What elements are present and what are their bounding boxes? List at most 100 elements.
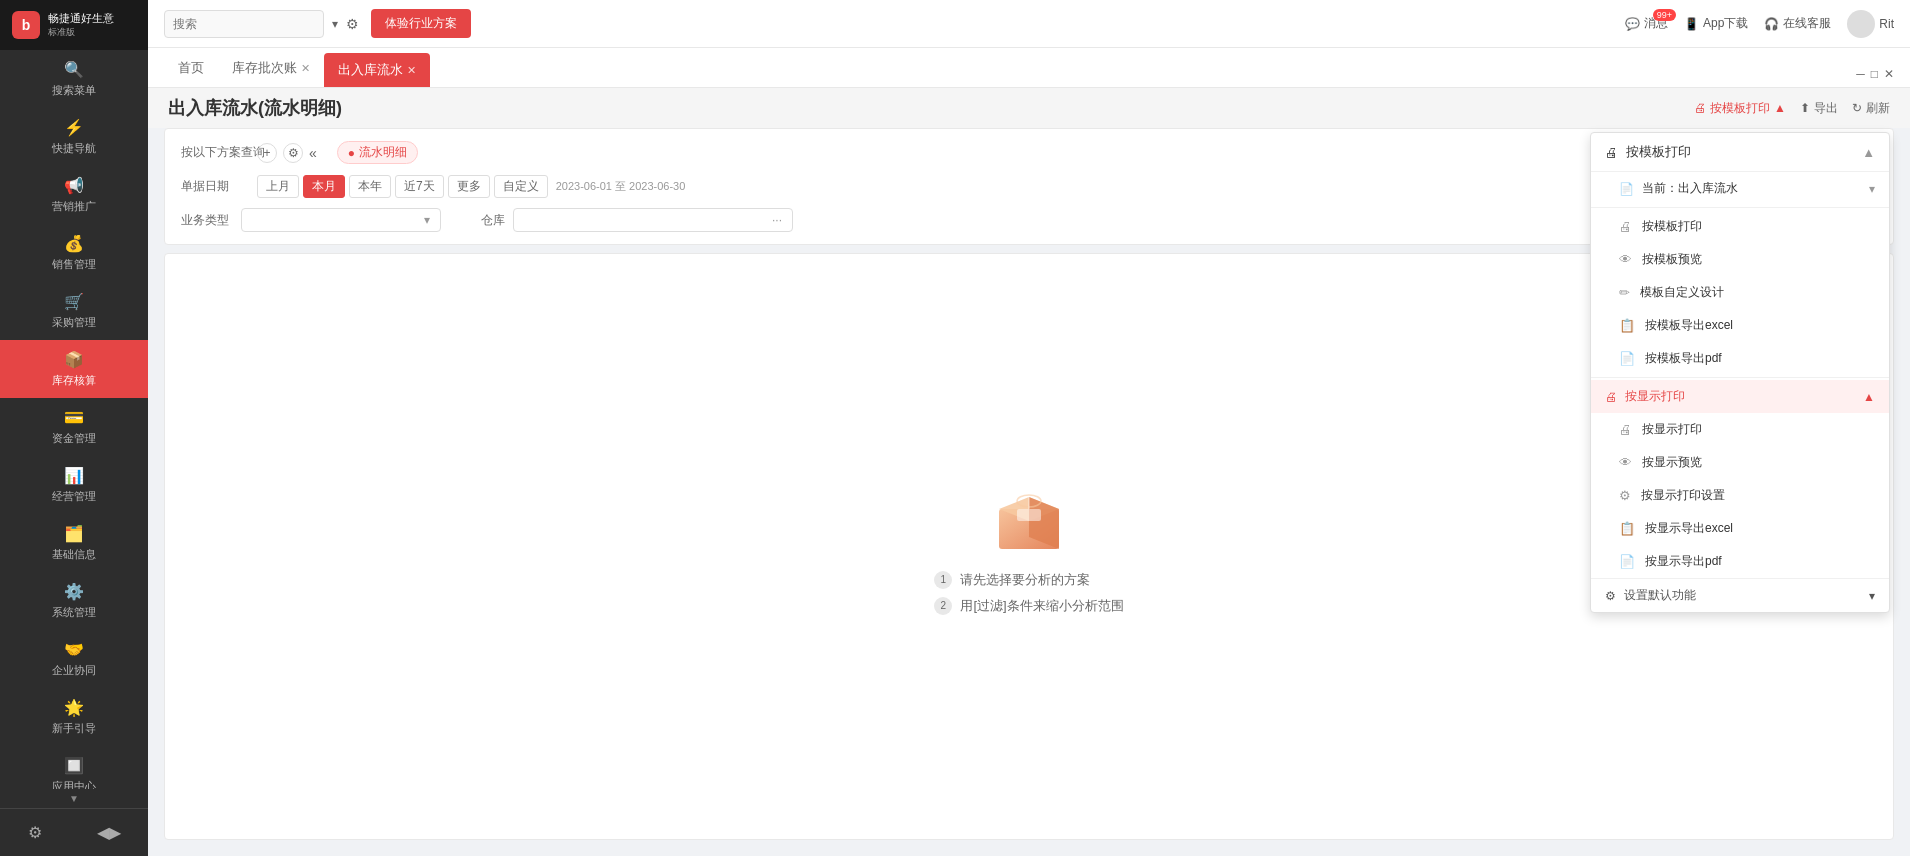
footer-label: 设置默认功能 [1624,587,1696,604]
filter-active-tag[interactable]: ● 流水明细 [337,141,418,164]
sidebar-icon-system: ⚙️ [64,582,84,601]
date-btn-7days[interactable]: 近7天 [395,175,444,198]
sidebar-item-operation[interactable]: 📊经营管理 [0,456,148,514]
display-settings-item[interactable]: ⚙ 按显示打印设置 [1591,479,1889,512]
date-btn-this-year[interactable]: 本年 [349,175,391,198]
print-icon: 🖨 [1694,101,1706,115]
display-print-item[interactable]: 🖨 按显示打印 [1591,413,1889,446]
empty-step-2: 2 用[过滤]条件来缩小分析范围 [934,597,1123,615]
template-excel-item[interactable]: 📋 按模板导出excel [1591,309,1889,342]
display-settings-label: 按显示打印设置 [1641,487,1725,504]
sidebar-item-appcenter[interactable]: 🔲应用中心 [0,746,148,789]
sidebar-item-system[interactable]: ⚙️系统管理 [0,572,148,630]
tab-close-all-btn[interactable]: ✕ [1884,67,1894,81]
sidebar-label-guide: 新手引导 [52,721,96,736]
notification-btn[interactable]: 💬 消息 99+ [1625,15,1668,32]
user-avatar-area[interactable]: Rit [1847,10,1894,38]
sidebar-label-inventory: 库存核算 [52,373,96,388]
tab-flow[interactable]: 出入库流水 ✕ [324,53,430,87]
sidebar-item-coop[interactable]: 🤝企业协同 [0,630,148,688]
date-btn-this-month[interactable]: 本月 [303,175,345,198]
sidebar: b 畅捷通好生意 标准版 🔍搜索菜单⚡快捷导航📢营销推广💰销售管理🛒采购管理📦库… [0,0,148,856]
industry-btn[interactable]: 体验行业方案 [371,9,471,38]
settings-bottom-btn[interactable]: ⚙ [24,819,46,846]
collapse-sidebar-btn[interactable]: ◀▶ [93,819,125,846]
sidebar-item-purchase[interactable]: 🛒 采购管理 [0,282,148,340]
header-search-dropdown[interactable]: ▾ [332,17,338,31]
sidebar-item-shortcut[interactable]: ⚡快捷导航 [0,108,148,166]
display-section-header[interactable]: 🖨 按显示打印 ▲ [1591,380,1889,413]
refresh-icon: ↻ [1852,101,1862,115]
template-pdf-label: 按模板导出pdf [1645,350,1722,367]
warehouse-input[interactable]: ··· [513,208,793,232]
tab-flow-label: 出入库流水 [338,61,403,79]
step-2-text: 用[过滤]条件来缩小分析范围 [960,597,1123,615]
template-custom-label: 模板自定义设计 [1640,284,1724,301]
date-btn-last-month[interactable]: 上月 [257,175,299,198]
display-settings-icon: ⚙ [1619,488,1631,503]
sidebar-item-marketing[interactable]: 📢 营销推广 [0,166,148,224]
divider-1 [1591,207,1889,208]
tab-batch-label: 库存批次账 [232,59,297,77]
sidebar-icon-operation: 📊 [64,466,84,485]
sidebar-item-finance[interactable]: 💳资金管理 [0,398,148,456]
template-custom-item[interactable]: ✏ 模板自定义设计 [1591,276,1889,309]
sidebar-label-purchase: 采购管理 [52,315,96,330]
filter-add-btn[interactable]: + [257,143,277,163]
sidebar-icon-guide: 🌟 [64,698,84,717]
sidebar-icon-inventory: 📦 [64,350,84,369]
sidebar-item-guide[interactable]: 🌟 新手引导 [0,688,148,746]
template-print-label: 按模板打印 [1642,218,1702,235]
refresh-btn[interactable]: ↻ 刷新 [1852,100,1890,117]
filter-tag-icon: ● [348,146,355,160]
tab-maximize-btn[interactable]: □ [1871,67,1878,81]
biz-type-dropdown[interactable]: ▾ [241,208,441,232]
sidebar-label-search: 搜索菜单 [52,83,96,98]
header-gear-icon[interactable]: ⚙ [346,16,359,32]
export-btn[interactable]: ⬆ 导出 [1800,100,1838,117]
empty-state: 1 请先选择要分析的方案 2 用[过滤]条件来缩小分析范围 [934,479,1123,615]
display-pdf-item[interactable]: 📄 按显示导出pdf [1591,545,1889,578]
filter-set-btn[interactable]: ⚙ [283,143,303,163]
sidebar-item-inventory[interactable]: 📦 库存核算 [0,340,148,398]
template-pdf-item[interactable]: 📄 按模板导出pdf [1591,342,1889,375]
date-btn-custom[interactable]: 自定义 [494,175,548,198]
header-search-input[interactable] [164,10,324,38]
display-preview-item[interactable]: 👁 按显示预览 [1591,446,1889,479]
current-label: 当前：出入库流水 [1642,180,1738,197]
tab-home[interactable]: 首页 [164,51,218,87]
logo-icon: b [12,11,40,39]
filter-collapse-icon[interactable]: « [309,145,317,161]
display-excel-icon: 📋 [1619,521,1635,536]
print-btn[interactable]: 🖨 按模板打印 ▲ [1694,100,1786,117]
template-excel-label: 按模板导出excel [1645,317,1733,334]
sidebar-item-sales[interactable]: 💰销售管理 [0,224,148,282]
sidebar-icon-purchase: 🛒 [64,292,84,311]
tab-minimize-btn[interactable]: ─ [1856,67,1865,81]
dropdown-collapse-btn[interactable]: ▲ [1862,145,1875,160]
dropdown-current-item[interactable]: 📄 当前：出入库流水 ▾ [1591,172,1889,205]
tab-batch[interactable]: 库存批次账 ✕ [218,51,324,87]
template-excel-icon: 📋 [1619,318,1635,333]
tab-flow-close[interactable]: ✕ [407,64,416,77]
step-1-num: 1 [934,571,952,589]
online-service-btn[interactable]: 🎧 在线客服 [1764,15,1831,32]
display-excel-label: 按显示导出excel [1645,520,1733,537]
app-download-btn[interactable]: 📱 App下载 [1684,15,1748,32]
footer-icon: ⚙ [1605,589,1616,603]
sidebar-label-marketing: 营销推广 [52,199,96,214]
date-btn-more[interactable]: 更多 [448,175,490,198]
sidebar-icon-marketing: 📢 [64,176,84,195]
tab-batch-close[interactable]: ✕ [301,62,310,75]
template-preview-item[interactable]: 👁 按模板预览 [1591,243,1889,276]
sidebar-item-search[interactable]: 🔍搜索菜单 [0,50,148,108]
dropdown-footer[interactable]: ⚙ 设置默认功能 ▾ [1591,578,1889,612]
warehouse-more-icon: ··· [772,213,782,227]
page-header-row: 出入库流水(流水明细) 🖨 按模板打印 ▲ ⬆ 导出 ↻ 刷新 [148,88,1910,128]
sidebar-nav: 🔍搜索菜单⚡快捷导航 📢 营销推广 💰销售管理 🛒 采购管理 📦 库存核算 💳资金管理📊经营管理… [0,50,148,789]
display-pdf-icon: 📄 [1619,554,1635,569]
template-print-icon: 🖨 [1619,219,1632,234]
template-print-item[interactable]: 🖨 按模板打印 [1591,210,1889,243]
sidebar-item-basic[interactable]: 🗂️基础信息 [0,514,148,572]
display-excel-item[interactable]: 📋 按显示导出excel [1591,512,1889,545]
